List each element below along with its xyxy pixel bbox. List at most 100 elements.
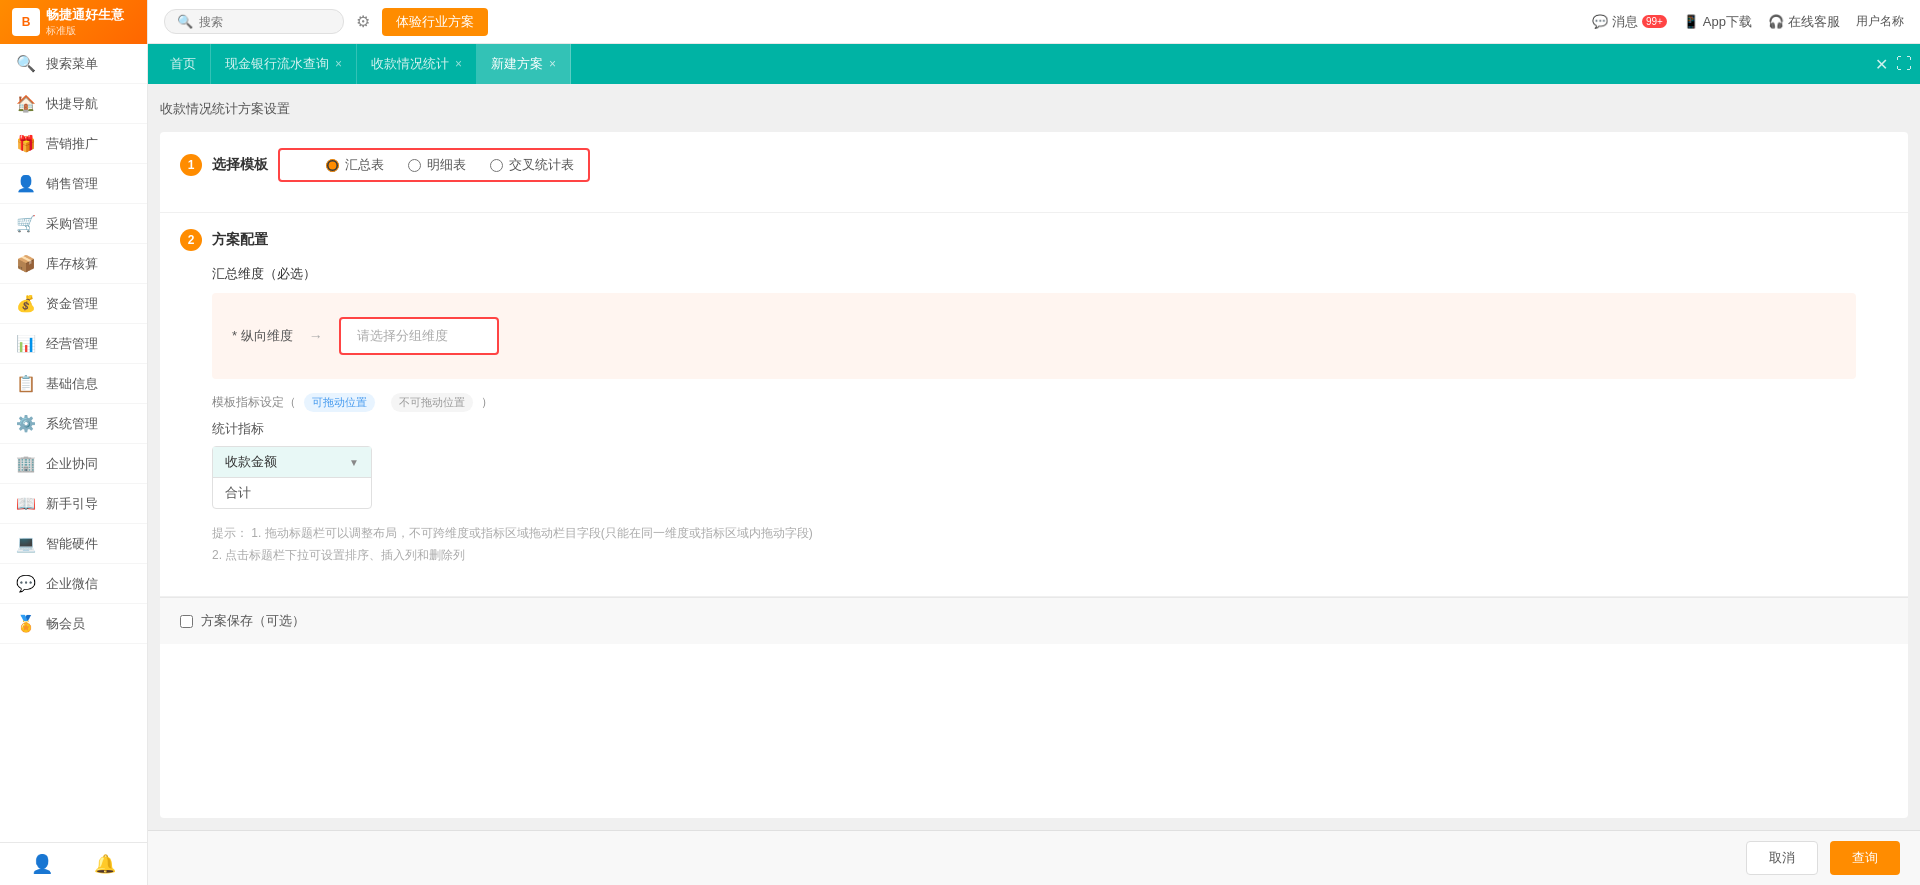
query-button[interactable]: 查询 — [1830, 841, 1900, 875]
template-option-cross[interactable]: 交叉统计表 — [490, 156, 574, 174]
sidebar-item-quick-nav[interactable]: 🏠 快捷导航 — [0, 84, 147, 124]
search-input[interactable] — [199, 15, 319, 29]
tab-home[interactable]: 首页 — [156, 44, 211, 84]
arrow-icon: → — [309, 328, 323, 344]
operation-label: 经营管理 — [46, 335, 98, 353]
sidebar-item-system[interactable]: ⚙️系统管理 — [0, 404, 147, 444]
radio-detail[interactable] — [408, 159, 421, 172]
metrics-header-text: 收款金额 — [225, 453, 277, 471]
sidebar-item-member[interactable]: 🏅 畅会员 — [0, 604, 147, 644]
search-menu-label: 搜索菜单 — [46, 55, 98, 73]
sidebar-logo: B 畅捷通好生意 标准版 — [0, 0, 147, 44]
sidebar-item-marketing[interactable]: 🎁营销推广 — [0, 124, 147, 164]
sidebar-item-hardware[interactable]: 💻智能硬件 — [0, 524, 147, 564]
maximize-icon[interactable]: ⛶ — [1896, 55, 1912, 73]
tabs-end: ✕ ⛶ — [1875, 55, 1912, 74]
metrics-grid-container: 统计指标 收款金额 ▼ 合计 — [212, 420, 1856, 509]
tab-cash-bank[interactable]: 现金银行流水查询× — [211, 44, 357, 84]
sidebar-item-search-menu[interactable]: 🔍搜索菜单 — [0, 44, 147, 84]
close-all-icon[interactable]: ✕ — [1875, 55, 1888, 74]
message-icon: 💬 — [1592, 14, 1608, 29]
template-option-summary[interactable]: 汇总表 — [326, 156, 384, 174]
section-config: 2 方案配置 汇总维度（必选） * 纵向维度 → 请选择分组维度 模板指标设定（ — [160, 213, 1908, 597]
logo-tag: 标准版 — [46, 24, 124, 38]
sidebar-bottom-icon2[interactable]: 🔔 — [94, 853, 116, 875]
hardware-icon: 💻 — [16, 534, 36, 553]
message-badge: 99+ — [1642, 15, 1667, 28]
quick-nav-icon: 🏠 — [16, 94, 36, 113]
header-search-box[interactable]: 🔍 — [164, 9, 344, 34]
service-label: 在线客服 — [1788, 13, 1840, 31]
schema-save-checkbox[interactable] — [180, 615, 193, 628]
quick-nav-label: 快捷导航 — [46, 95, 98, 113]
app-label: App下载 — [1703, 13, 1752, 31]
guide-icon: 📖 — [16, 494, 36, 513]
footer: 取消 查询 — [148, 830, 1920, 885]
metrics-grid: 收款金额 ▼ 合计 — [212, 446, 372, 509]
tab-receipt-stat[interactable]: 收款情况统计 × — [357, 44, 477, 84]
sidebar-item-operation[interactable]: 📊经营管理 — [0, 324, 147, 364]
main-area: 🔍 ⚙ 体验行业方案 💬 消息 99+ 📱 App下载 🎧 在线客服 用户名称 — [148, 0, 1920, 885]
member-icon: 🏅 — [16, 614, 36, 633]
section2-header: 2 方案配置 — [180, 229, 1888, 251]
radio-cross[interactable] — [490, 159, 503, 172]
dimension-section-label: 汇总维度（必选） — [212, 265, 1888, 283]
dimension-area: * 纵向维度 → 请选择分组维度 — [212, 293, 1856, 379]
trial-button[interactable]: 体验行业方案 — [382, 8, 488, 36]
guide-label: 新手引导 — [46, 495, 98, 513]
schema-save-label: 方案保存（可选） — [201, 612, 305, 630]
template-options-box: 汇总表 明细表 交叉统计表 — [278, 148, 590, 182]
message-button[interactable]: 💬 消息 99+ — [1592, 13, 1667, 31]
sidebar-item-finance[interactable]: 💰资金管理 — [0, 284, 147, 324]
sidebar-item-inventory[interactable]: 📦库存核算 — [0, 244, 147, 284]
radio-summary[interactable] — [326, 159, 339, 172]
sidebar-item-sales[interactable]: 👤 销售管理 — [0, 164, 147, 204]
finance-icon: 💰 — [16, 294, 36, 313]
enterprise-label: 企业协同 — [46, 455, 98, 473]
chevron-down-icon[interactable]: ▼ — [349, 457, 359, 468]
tip-1: 提示： 1. 拖动标题栏可以调整布局，不可跨维度或指标区域拖动栏目字段(只能在同… — [212, 523, 1856, 545]
tab-new-plan-label: 新建方案 — [491, 55, 543, 73]
sidebar-item-enterprise[interactable]: 🏢 企业协同 — [0, 444, 147, 484]
tabs-bar: 首页现金银行流水查询× 收款情况统计 × 新建方案 × ✕ ⛶ — [148, 44, 1920, 84]
sales-icon: 👤 — [16, 174, 36, 193]
template-options: 汇总表 明细表 交叉统计表 — [326, 156, 574, 174]
sidebar-bottom-icon1[interactable]: 👤 — [31, 853, 53, 875]
section2-num: 2 — [180, 229, 202, 251]
sidebar-item-basic[interactable]: 📋基础信息 — [0, 364, 147, 404]
service-button[interactable]: 🎧 在线客服 — [1768, 13, 1840, 31]
gear-icon[interactable]: ⚙ — [356, 12, 370, 31]
enterprise-icon: 🏢 — [16, 454, 36, 473]
stats-label: 统计指标 — [212, 420, 372, 438]
purchase-label: 采购管理 — [46, 215, 98, 233]
template-option-detail[interactable]: 明细表 — [408, 156, 466, 174]
vertical-dimension-label: * 纵向维度 — [232, 327, 293, 345]
tab-receipt-stat-close[interactable]: × — [455, 57, 462, 71]
tab-new-plan[interactable]: 新建方案 × — [477, 44, 571, 84]
section1-num: 1 — [180, 154, 202, 176]
tab-cash-bank-close[interactable]: × — [335, 57, 342, 71]
cancel-button[interactable]: 取消 — [1746, 841, 1818, 875]
wechat-icon: 💬 — [16, 574, 36, 593]
sales-label: 销售管理 — [46, 175, 98, 193]
template-detail-label: 明细表 — [427, 156, 466, 174]
app-download-button[interactable]: 📱 App下载 — [1683, 13, 1752, 31]
tips-section: 提示： 1. 拖动标题栏可以调整布局，不可跨维度或指标区域拖动栏目字段(只能在同… — [212, 523, 1856, 566]
dimension-select[interactable]: 请选择分组维度 — [339, 317, 499, 355]
marketing-label: 营销推广 — [46, 135, 98, 153]
service-icon: 🎧 — [1768, 14, 1784, 29]
draggable-badge: 可拖动位置 — [304, 393, 375, 412]
tab-new-plan-close[interactable]: × — [549, 57, 556, 71]
user-info[interactable]: 用户名称 — [1856, 13, 1904, 30]
template-summary-label: 汇总表 — [345, 156, 384, 174]
sidebar-item-guide[interactable]: 📖 新手引导 — [0, 484, 147, 524]
metrics-grid-header[interactable]: 收款金额 ▼ — [213, 447, 371, 478]
tab-receipt-stat-label: 收款情况统计 — [371, 55, 449, 73]
sidebar-item-purchase[interactable]: 🛒采购管理 — [0, 204, 147, 244]
sidebar: B 畅捷通好生意 标准版 🔍搜索菜单 🏠 快捷导航 🎁营销推广 👤 销售管理 🛒采购管理📦库… — [0, 0, 148, 885]
tip-2: 2. 点击标题栏下拉可设置排序、插入列和删除列 — [212, 545, 1856, 567]
inventory-icon: 📦 — [16, 254, 36, 273]
member-label: 畅会员 — [46, 615, 85, 633]
tab-home-label: 首页 — [170, 55, 196, 73]
sidebar-item-wechat[interactable]: 💬企业微信 — [0, 564, 147, 604]
